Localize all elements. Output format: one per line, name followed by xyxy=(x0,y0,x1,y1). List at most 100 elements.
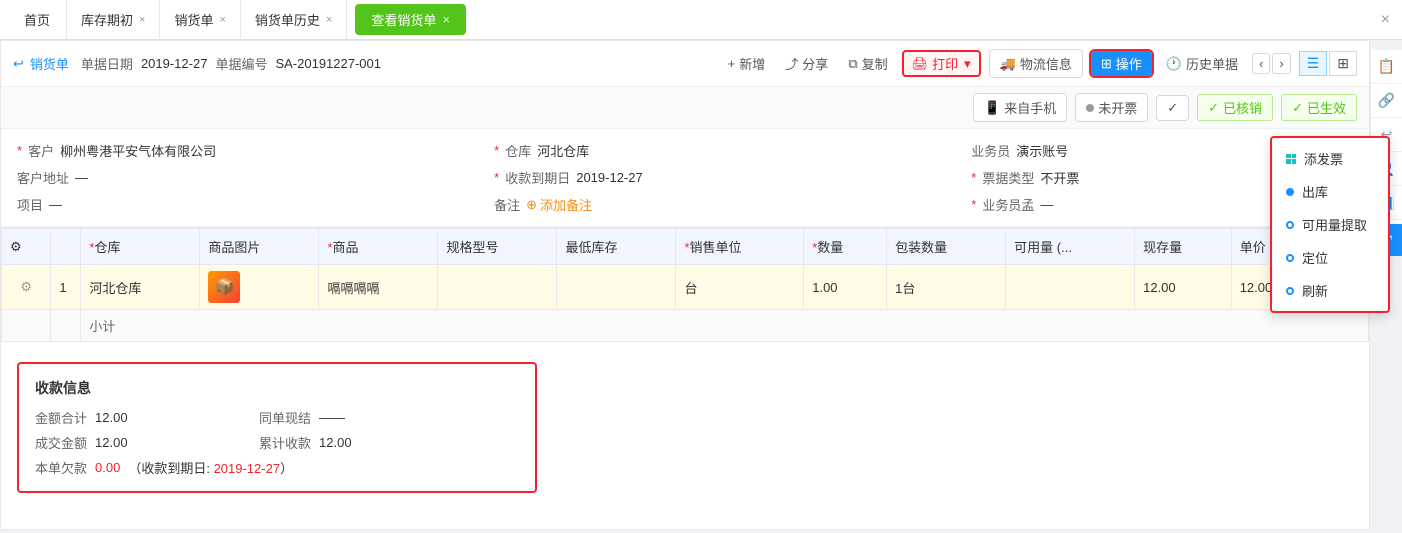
check-icon: ✓ xyxy=(1208,100,1219,116)
row-spec xyxy=(438,265,557,310)
header-actions: + 新增 ⤴ 分享 ⧉ 复制 🖨 打印 ▾ 🚚 物流 xyxy=(722,49,1357,78)
outbound-label: 出库 xyxy=(1302,182,1328,201)
row-unit: 台 xyxy=(676,265,804,310)
close-view-sales-icon[interactable]: × xyxy=(442,12,450,27)
customer-value: 柳州粤港平安气体有限公司 xyxy=(60,141,216,160)
row-warehouse: 河北仓库 xyxy=(81,265,200,310)
logistics-button[interactable]: 🚚 物流信息 xyxy=(989,49,1083,78)
gear-icon: ⚙ xyxy=(10,239,22,254)
view-toggle: ☰ ⊞ xyxy=(1299,51,1357,76)
summary-panel: 收款信息 金额合计 12.00 同单现结 —— xyxy=(17,362,537,493)
refresh-label: 刷新 xyxy=(1302,281,1328,300)
tab-home[interactable]: 首页 xyxy=(8,0,67,40)
form-area: * 客户 柳州粤港平安气体有限公司 * 仓库 河北仓库 业务员 演示账号 客户地… xyxy=(1,129,1369,227)
req-star3: * xyxy=(494,170,499,185)
col-available-label: 可用量 (... xyxy=(1014,240,1072,255)
ticket-type-label: 票据类型 xyxy=(982,168,1034,187)
share-button[interactable]: ⤴ 分享 xyxy=(779,52,834,75)
debt-field: 本单欠款 0.00 （收款到期日: 2019-12-27） xyxy=(35,458,293,477)
print-label: 打印 xyxy=(932,54,958,73)
product-thumbnail: 📦 xyxy=(208,271,240,303)
date-label: 单据日期 xyxy=(81,54,133,73)
operations-button[interactable]: ⊞ 操作 xyxy=(1091,51,1152,76)
print-dropdown-arrow[interactable]: ▾ xyxy=(964,56,971,72)
tab-inventory-init[interactable]: 库存期初 × xyxy=(67,0,160,40)
subtotal-gear xyxy=(2,310,51,342)
col-min-stock-label: 最低库存 xyxy=(565,240,617,255)
history-icon: 🕐 xyxy=(1166,56,1182,72)
already-sold-badge[interactable]: ✓ 已核销 xyxy=(1197,94,1273,121)
debt-value: 0.00 xyxy=(95,460,120,475)
close-sales-order-icon[interactable]: × xyxy=(219,14,225,26)
copy-button[interactable]: ⧉ 复制 xyxy=(842,52,893,75)
from-phone-button[interactable]: 📱 来自手机 xyxy=(973,93,1067,122)
form-row-2: 客户地址 — * 收款到期日 2019-12-27 * 票据类型 不开票 xyxy=(17,168,1353,187)
print-button[interactable]: 🖨 打印 ▾ xyxy=(902,50,981,77)
doc-title: ↩ 销货单 xyxy=(13,54,69,73)
outbound-item[interactable]: 出库 xyxy=(1272,175,1388,208)
form-row-3: 项目 — 备注 ⊕ 添加备注 * 业务员孟 — xyxy=(17,195,1353,214)
req-star4: * xyxy=(971,170,976,185)
doc-no-value: SA-20191227-001 xyxy=(275,56,381,71)
col-pack-qty-label: 包装数量 xyxy=(895,240,947,255)
main-content: ↩ 销货单 单据日期 2019-12-27 单据编号 SA-20191227-0… xyxy=(0,40,1370,530)
subtotal-text: 小计 xyxy=(89,319,115,334)
next-button[interactable]: › xyxy=(1272,53,1290,74)
project-field: 项目 — xyxy=(17,195,494,214)
close-sales-history-icon[interactable]: × xyxy=(326,14,332,26)
req-star5: * xyxy=(971,197,976,212)
row-pack-qty: 1台 xyxy=(887,265,1006,310)
row-available xyxy=(1006,265,1135,310)
tab-sales-order[interactable]: 销货单 × xyxy=(160,0,240,40)
sidebar-link-icon[interactable]: 🔗 xyxy=(1371,84,1402,118)
refresh-item[interactable]: 刷新 xyxy=(1272,274,1388,307)
row-product: 嗝嗝嗝嗝 xyxy=(319,265,438,310)
col-product: *商品 xyxy=(319,229,438,265)
locate-item[interactable]: 定位 xyxy=(1272,241,1388,274)
copy-label: 复制 xyxy=(862,54,888,73)
close-inventory-init-icon[interactable]: × xyxy=(139,14,145,26)
available-qty-item[interactable]: 可用量提取 xyxy=(1272,208,1388,241)
address-label: 客户地址 xyxy=(17,168,69,187)
col-unit-label: 销售单位 xyxy=(690,240,742,255)
row-gear[interactable]: ⚙ xyxy=(2,265,51,310)
address-value: — xyxy=(75,170,88,185)
sidebar-clipboard-icon[interactable]: 📋 xyxy=(1371,50,1402,84)
employee2-label: 业务员孟 xyxy=(982,195,1034,214)
col-stock: 现存量 xyxy=(1135,229,1232,265)
plus-icon: + xyxy=(728,56,736,71)
locate-label: 定位 xyxy=(1302,248,1328,267)
note-field: 备注 ⊕ 添加备注 xyxy=(494,195,971,214)
req-star2: * xyxy=(494,143,499,158)
cumulative-value: 12.00 xyxy=(319,435,352,450)
confirm-button[interactable]: ✓ xyxy=(1156,95,1189,121)
already-effective-badge[interactable]: ✓ 已生效 xyxy=(1281,94,1357,121)
add-invoice-item[interactable]: 添发票 xyxy=(1272,142,1388,175)
same-order-value: —— xyxy=(319,410,345,425)
project-value: — xyxy=(49,197,62,212)
tab-inventory-init-label: 库存期初 xyxy=(81,10,133,29)
transaction-field: 成交金额 12.00 xyxy=(35,433,235,452)
add-note-button[interactable]: ⊕ 添加备注 xyxy=(526,195,592,214)
address-field: 客户地址 — xyxy=(17,168,494,187)
truck-icon: 🚚 xyxy=(1000,56,1016,72)
col-gear[interactable]: ⚙ xyxy=(2,229,51,265)
tab-sales-history[interactable]: 销货单历史 × xyxy=(241,0,347,40)
payment-date-label: 收款到期日 xyxy=(505,168,570,187)
new-button[interactable]: + 新增 xyxy=(722,52,772,75)
add-invoice-label: 添发票 xyxy=(1304,149,1343,168)
prev-button[interactable]: ‹ xyxy=(1252,53,1270,74)
history-button[interactable]: 🕐 历史单据 xyxy=(1160,52,1244,75)
product-table-wrapper: ⚙ *仓库 商品图片 *商品 规格型号 xyxy=(1,227,1369,342)
tab-view-sales[interactable]: 查看销货单 × xyxy=(355,4,466,35)
grid-view-button[interactable]: ⊞ xyxy=(1329,51,1357,76)
window-close-button[interactable]: × xyxy=(1381,11,1390,29)
logistics-label: 物流信息 xyxy=(1020,54,1072,73)
summary-area: 收款信息 金额合计 12.00 同单现结 —— xyxy=(1,342,1369,517)
list-view-button[interactable]: ☰ xyxy=(1299,51,1328,76)
summary-row-3: 本单欠款 0.00 （收款到期日: 2019-12-27） xyxy=(35,458,519,477)
outline-dot-icon xyxy=(1286,221,1294,229)
doc-no-label: 单据编号 xyxy=(215,54,267,73)
payment-date-field: * 收款到期日 2019-12-27 xyxy=(494,168,971,187)
not-open-ticket-button[interactable]: 未开票 xyxy=(1075,93,1148,122)
